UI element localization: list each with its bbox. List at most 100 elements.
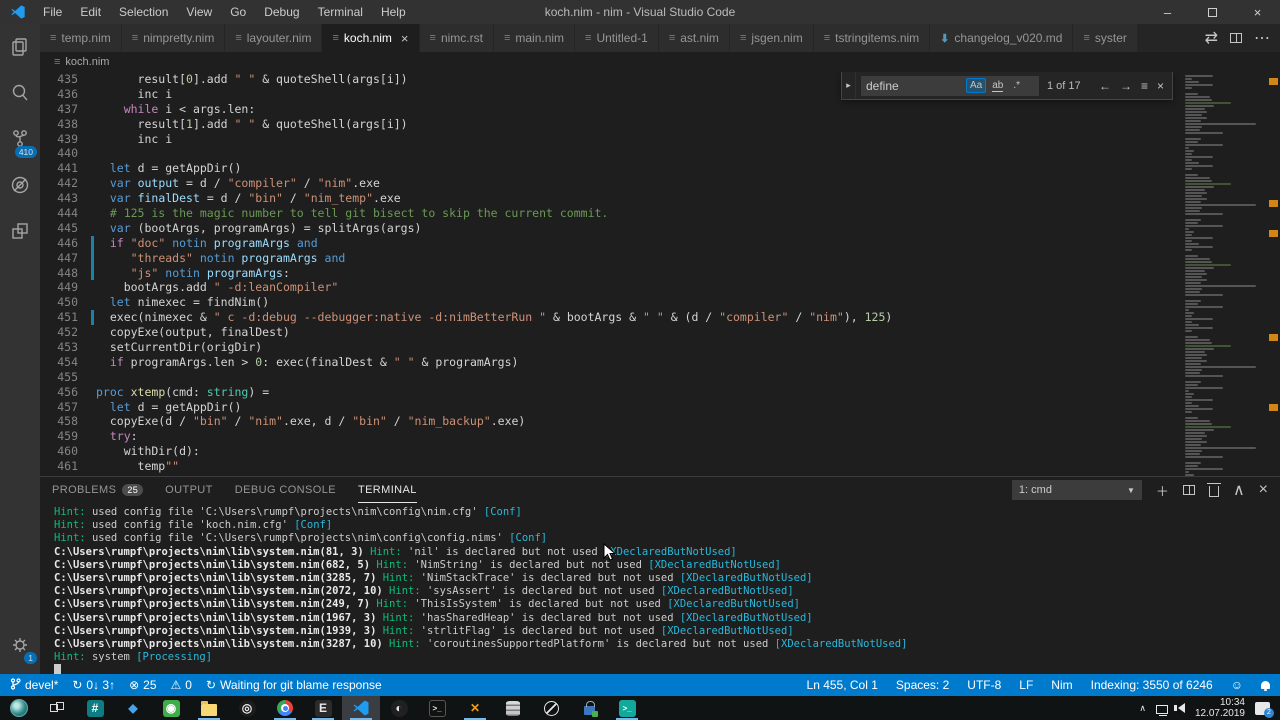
panel-tab-terminal[interactable]: TERMINAL — [357, 477, 417, 503]
taskbar-cmder-icon[interactable]: >_ — [608, 696, 646, 720]
taskbar-lock-icon[interactable] — [570, 696, 608, 720]
scrollbar[interactable] — [1266, 72, 1280, 476]
code-line-437[interactable]: 437 while i < args.len: — [40, 102, 1167, 117]
taskbar-database-icon[interactable] — [494, 696, 532, 720]
tab-syster[interactable]: ≡ syster — [1073, 24, 1138, 52]
code-line-438[interactable]: 438 result[1].add " " & quoteShell(args[… — [40, 117, 1167, 132]
notifications-icon[interactable]: 2 — [1255, 701, 1274, 718]
taskbar-obs-icon[interactable]: ◎ — [228, 696, 266, 720]
code-line-446[interactable]: 446 if "doc" notin programArgs and — [40, 235, 1167, 251]
code-line-442[interactable]: 442 var output = d / "compiler" / "nim".… — [40, 176, 1167, 191]
code-line-444[interactable]: 444 # 125 is the magic number to tell gi… — [40, 206, 1167, 221]
taskbar-media-icon[interactable]: ◐ — [380, 696, 418, 720]
tab-layouter-nim[interactable]: ≡ layouter.nim — [225, 24, 323, 52]
terminal-select[interactable]: 1: cmd ▼ — [1011, 480, 1142, 500]
code-line-457[interactable]: 457 let d = getAppDir() — [40, 400, 1167, 415]
menu-view[interactable]: View — [177, 0, 221, 24]
whole-word-icon[interactable]: ab — [988, 78, 1007, 93]
code-line-454[interactable]: 454 if programArgs.len > 0: exec(finalDe… — [40, 355, 1167, 370]
code-line-455[interactable]: 455 — [40, 370, 1167, 385]
more-actions-icon[interactable]: ⋯ — [1254, 28, 1270, 48]
tab-jsgen-nim[interactable]: ≡ jsgen.nim — [729, 24, 814, 52]
code-line-439[interactable]: 439 inc i — [40, 132, 1167, 147]
taskbar-satellite-icon[interactable] — [532, 696, 570, 720]
code-line-449[interactable]: 449 bootArgs.add " -d:leanCompiler" — [40, 280, 1167, 295]
tab-changelog-v020-md[interactable]: ⬇ changelog_v020.md — [930, 24, 1074, 52]
feedback-smiley-icon[interactable]: ☺ — [1231, 678, 1243, 692]
code-line-440[interactable]: 440 — [40, 146, 1167, 161]
code-line-456[interactable]: 456 proc xtemp(cmd: string) = — [40, 385, 1167, 400]
minimap[interactable] — [1181, 72, 1266, 476]
tab-main-nim[interactable]: ≡ main.nim — [493, 24, 576, 52]
network-icon[interactable] — [1155, 704, 1168, 716]
menu-terminal[interactable]: Terminal — [309, 0, 372, 24]
menu-help[interactable]: Help — [372, 0, 415, 24]
taskbar-chrome-icon[interactable] — [266, 696, 304, 720]
status-error[interactable]: ⊗ 25 — [129, 678, 156, 692]
tab-untitled-1[interactable]: ≡ Untitled-1 — [575, 24, 659, 52]
taskbar-app-e-icon[interactable]: E — [304, 696, 342, 720]
status-branch[interactable]: devel* — [10, 677, 58, 693]
extensions-icon[interactable] — [0, 208, 40, 254]
status-lf[interactable]: LF — [1019, 678, 1033, 692]
new-terminal-icon[interactable]: ＋ — [1156, 481, 1169, 500]
status-ln-455-col-1[interactable]: Ln 455, Col 1 — [807, 678, 878, 692]
find-previous-icon[interactable]: ← — [1099, 79, 1111, 93]
breadcrumb[interactable]: ≡ koch.nim — [40, 52, 1280, 72]
notifications-bell-icon[interactable] — [1261, 681, 1270, 691]
code-line-451[interactable]: 451 exec(nimexec & " c -d:debug --debugg… — [40, 310, 1167, 326]
kill-terminal-icon[interactable] — [1206, 482, 1221, 497]
panel-tab-debug-console[interactable]: DEBUG CONSOLE — [235, 477, 336, 503]
code-line-458[interactable]: 458 copyExe(d / "bin" / "nim".exe, d / "… — [40, 414, 1167, 429]
code-line-441[interactable]: 441 let d = getAppDir() — [40, 161, 1167, 176]
code-line-459[interactable]: 459 try: — [40, 429, 1167, 444]
code-line-443[interactable]: 443 var finalDest = d / "bin" / "nim_tem… — [40, 191, 1167, 206]
find-input[interactable] — [866, 78, 964, 93]
tab-nimpretty-nim[interactable]: ≡ nimpretty.nim — [121, 24, 226, 52]
toggle-replace-icon[interactable]: ▸ — [842, 72, 856, 99]
code-line-460[interactable]: 460 withDir(d): — [40, 444, 1167, 459]
menu-edit[interactable]: Edit — [71, 0, 110, 24]
code-line-445[interactable]: 445 var (bootArgs, programArgs) = splitA… — [40, 221, 1167, 236]
code-line-450[interactable]: 450 let nimexec = findNim() — [40, 295, 1167, 310]
status-spinner[interactable]: ↻ Waiting for git blame response — [206, 678, 382, 692]
minimize-icon[interactable]: – — [1145, 0, 1190, 24]
taskbar-app-3d-icon[interactable]: ◆ — [114, 696, 152, 720]
sync-changes-icon[interactable]: ⇄ — [1205, 28, 1218, 48]
menu-go[interactable]: Go — [221, 0, 255, 24]
taskbar-app-eye-icon[interactable]: ◉ — [152, 696, 190, 720]
close-window-icon[interactable]: × — [1235, 0, 1280, 24]
status-spaces-2[interactable]: Spaces: 2 — [896, 678, 949, 692]
debug-icon[interactable] — [0, 162, 40, 208]
tab-koch-nim[interactable]: ≡ koch.nim × — [322, 24, 420, 52]
taskbar-task-view-icon[interactable] — [38, 696, 76, 720]
settings-gear-icon[interactable]: 1 — [0, 622, 40, 668]
source-control-icon[interactable]: 410 — [0, 116, 40, 162]
code-line-452[interactable]: 452 copyExe(output, finalDest) — [40, 325, 1167, 340]
taskbar-vscode-icon[interactable] — [342, 696, 380, 720]
search-icon[interactable] — [0, 70, 40, 116]
find-next-icon[interactable]: → — [1120, 79, 1132, 93]
menu-debug[interactable]: Debug — [255, 0, 308, 24]
status-warning[interactable]: ⚠ 0 — [171, 678, 192, 692]
explorer-icon[interactable] — [0, 24, 40, 70]
tab-temp-nim[interactable]: ≡ temp.nim — [40, 24, 122, 52]
find-in-selection-icon[interactable]: ≡ — [1141, 79, 1148, 93]
menu-selection[interactable]: Selection — [110, 0, 177, 24]
status-nim[interactable]: Nim — [1051, 678, 1072, 692]
panel-tab-output[interactable]: OUTPUT — [165, 477, 213, 503]
taskbar-cmd-icon[interactable]: >_ — [418, 696, 456, 720]
code-line-447[interactable]: 447 "threads" notin programArgs and — [40, 250, 1167, 266]
taskbar-app-teal-icon[interactable]: # — [76, 696, 114, 720]
tab-nimc-rst[interactable]: ≡ nimc.rst — [419, 24, 494, 52]
code-line-448[interactable]: 448 "js" notin programArgs: — [40, 265, 1167, 281]
code-line-453[interactable]: 453 setCurrentDir(origDir) — [40, 340, 1167, 355]
maximize-panel-icon[interactable]: ∧ — [1233, 480, 1245, 500]
editor[interactable]: 435 result[0].add " " & quoteShell(args[… — [40, 72, 1280, 476]
match-case-icon[interactable]: Aa — [966, 78, 987, 93]
close-panel-icon[interactable]: × — [1259, 481, 1268, 499]
menu-file[interactable]: File — [34, 0, 71, 24]
clock[interactable]: 10:34 12.07.2019 — [1195, 697, 1245, 719]
maximize-icon[interactable] — [1190, 0, 1235, 24]
terminal-output[interactable]: Hint: used config file 'C:\Users\rumpf\p… — [40, 503, 1280, 674]
